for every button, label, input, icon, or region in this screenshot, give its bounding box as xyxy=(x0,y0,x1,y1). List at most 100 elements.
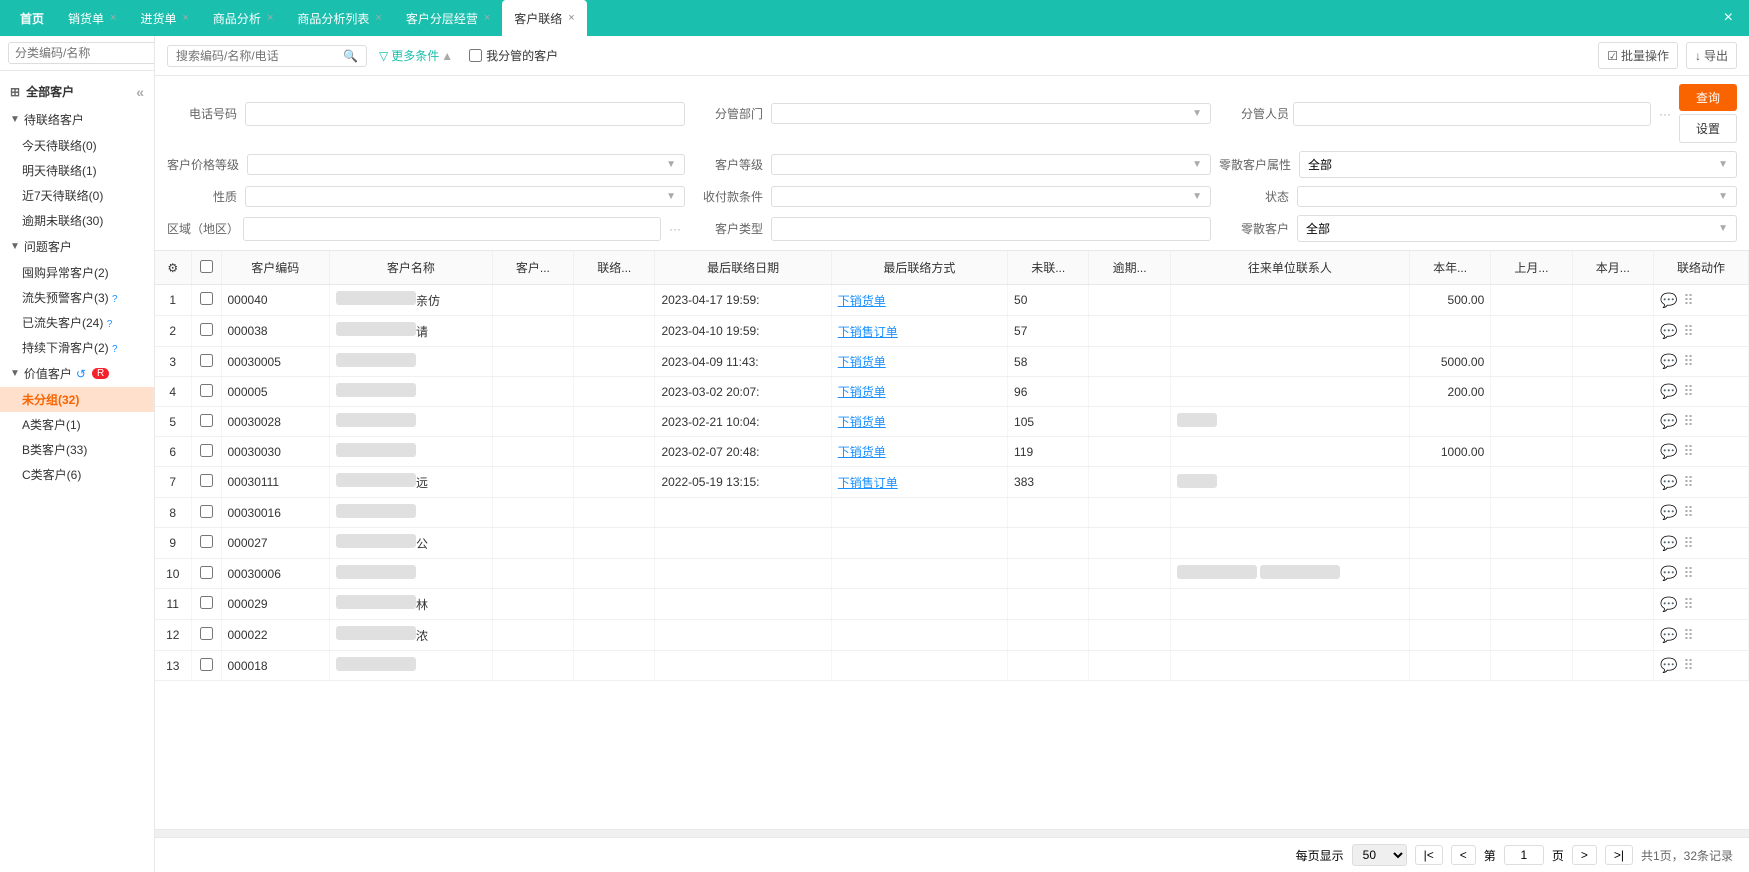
nav-close-all[interactable]: × xyxy=(1716,9,1741,27)
nav-purchase-close[interactable]: × xyxy=(182,12,188,24)
more-conditions-btn[interactable]: ▽ 更多条件 ▲ xyxy=(379,47,453,64)
select-all-checkbox[interactable] xyxy=(200,260,213,273)
nav-customer-contact[interactable]: 客户联络 × xyxy=(502,0,586,36)
contact-type-link[interactable]: 下销售订单 xyxy=(838,325,898,339)
nav-purchase[interactable]: 进货单 × xyxy=(128,0,200,36)
more-action-icon[interactable]: ⠿ xyxy=(1683,383,1693,400)
sidebar-item-ungroup[interactable]: 未分组(32) xyxy=(0,387,154,412)
chat-icon[interactable]: 💬 xyxy=(1660,383,1677,400)
area-dots[interactable]: ··· xyxy=(665,222,685,236)
scatter-select[interactable]: 全部 ▼ xyxy=(1297,215,1737,242)
row-checkbox[interactable] xyxy=(200,414,213,427)
per-page-select[interactable]: 50 100 200 xyxy=(1352,844,1407,866)
contact-type-link[interactable]: 下销售订单 xyxy=(838,476,898,490)
more-action-icon[interactable]: ⠿ xyxy=(1683,292,1693,309)
sidebar-item-overdue[interactable]: 逾期未联络(30) xyxy=(0,208,154,233)
sidebar-all-customers[interactable]: ⊞ 全部客户 « xyxy=(0,77,154,106)
first-page-btn[interactable]: |< xyxy=(1415,845,1443,865)
phone-input[interactable] xyxy=(245,102,685,126)
nav-sales[interactable]: 销货单 × xyxy=(56,0,128,36)
status-select[interactable]: ▼ xyxy=(1297,186,1737,207)
row-checkbox[interactable] xyxy=(200,627,213,640)
sidebar-group-pending[interactable]: ▼ 待联络客户 xyxy=(0,106,154,133)
chat-icon[interactable]: 💬 xyxy=(1660,413,1677,430)
batch-ops-btn[interactable]: ☑ 批量操作 xyxy=(1598,42,1678,69)
chat-icon[interactable]: 💬 xyxy=(1660,596,1677,613)
nav-goods-close[interactable]: × xyxy=(267,12,273,24)
export-btn[interactable]: ↓ 导出 xyxy=(1686,42,1737,69)
more-action-icon[interactable]: ⠿ xyxy=(1683,413,1693,430)
more-action-icon[interactable]: ⠿ xyxy=(1683,596,1693,613)
sidebar-item-declining[interactable]: 持续下滑客户(2) ? xyxy=(0,335,154,360)
chat-icon[interactable]: 💬 xyxy=(1660,657,1677,674)
more-action-icon[interactable]: ⠿ xyxy=(1683,474,1693,491)
sidebar-group-problem[interactable]: ▼ 问题客户 xyxy=(0,233,154,260)
reset-btn[interactable]: 设置 xyxy=(1679,114,1737,143)
search-input[interactable] xyxy=(176,49,339,63)
nav-goods-list-close[interactable]: × xyxy=(375,12,381,24)
contact-type-link[interactable]: 下销货单 xyxy=(838,385,886,399)
contact-type-link[interactable]: 下销货单 xyxy=(838,355,886,369)
search-icon[interactable]: 🔍 xyxy=(343,49,358,63)
row-checkbox[interactable] xyxy=(200,658,213,671)
more-action-icon[interactable]: ⠿ xyxy=(1683,565,1693,582)
more-action-icon[interactable]: ⠿ xyxy=(1683,627,1693,644)
chat-icon[interactable]: 💬 xyxy=(1660,292,1677,309)
contact-type-link[interactable]: 下销货单 xyxy=(838,445,886,459)
more-action-icon[interactable]: ⠿ xyxy=(1683,657,1693,674)
area-input[interactable] xyxy=(243,217,661,241)
more-action-icon[interactable]: ⠿ xyxy=(1683,504,1693,521)
th-check[interactable] xyxy=(191,251,221,285)
row-checkbox[interactable] xyxy=(200,474,213,487)
nav-customer-tier-close[interactable]: × xyxy=(484,12,490,24)
row-checkbox[interactable] xyxy=(200,323,213,336)
nav-customer-contact-close[interactable]: × xyxy=(568,12,574,24)
chat-icon[interactable]: 💬 xyxy=(1660,443,1677,460)
cust-type-input[interactable] xyxy=(771,217,1211,241)
chat-icon[interactable]: 💬 xyxy=(1660,504,1677,521)
settings-icon[interactable]: ⚙ xyxy=(167,261,178,275)
nav-home[interactable]: 首页 xyxy=(8,0,56,36)
sidebar-item-abnormal[interactable]: 囤购异常客户(2) xyxy=(0,260,154,285)
more-action-icon[interactable]: ⠿ xyxy=(1683,323,1693,340)
dept-select[interactable]: ▼ xyxy=(771,103,1211,124)
scatter-attr-select[interactable]: 全部 ▼ xyxy=(1299,151,1737,178)
nav-sales-close[interactable]: × xyxy=(110,12,116,24)
sidebar-item-a[interactable]: A类客户(1) xyxy=(0,412,154,437)
next-page-btn[interactable]: > xyxy=(1572,845,1597,865)
sidebar-item-lost[interactable]: 已流失客户(24) ? xyxy=(0,310,154,335)
th-settings[interactable]: ⚙ xyxy=(155,251,191,285)
chat-icon[interactable]: 💬 xyxy=(1660,353,1677,370)
manager-input[interactable] xyxy=(1293,102,1651,126)
nature-select[interactable]: ▼ xyxy=(245,186,685,207)
page-input[interactable] xyxy=(1504,845,1544,865)
my-customers-checkbox[interactable]: 我分管的客户 xyxy=(469,47,558,64)
nav-goods-analysis[interactable]: 商品分析 × xyxy=(201,0,285,36)
chat-icon[interactable]: 💬 xyxy=(1660,535,1677,552)
sidebar-item-warning[interactable]: 流失预警客户(3) ? xyxy=(0,285,154,310)
row-checkbox[interactable] xyxy=(200,354,213,367)
sidebar-item-b[interactable]: B类客户(33) xyxy=(0,437,154,462)
sidebar-collapse-btn[interactable]: « xyxy=(136,84,144,100)
sidebar-search-input[interactable] xyxy=(8,42,155,64)
prev-page-btn[interactable]: < xyxy=(1451,845,1476,865)
value-refresh-icon[interactable]: ↺ xyxy=(76,367,86,381)
payment-select[interactable]: ▼ xyxy=(771,186,1211,207)
nav-customer-tier[interactable]: 客户分层经营 × xyxy=(394,0,502,36)
chat-icon[interactable]: 💬 xyxy=(1660,565,1677,582)
row-checkbox[interactable] xyxy=(200,384,213,397)
row-checkbox[interactable] xyxy=(200,596,213,609)
contact-type-link[interactable]: 下销货单 xyxy=(838,415,886,429)
chat-icon[interactable]: 💬 xyxy=(1660,323,1677,340)
query-btn[interactable]: 查询 xyxy=(1679,84,1737,111)
chat-icon[interactable]: 💬 xyxy=(1660,474,1677,491)
sidebar-item-c[interactable]: C类客户(6) xyxy=(0,462,154,487)
sidebar-item-7days[interactable]: 近7天待联络(0) xyxy=(0,183,154,208)
my-customers-input[interactable] xyxy=(469,49,482,62)
row-checkbox[interactable] xyxy=(200,505,213,518)
price-level-select[interactable]: ▼ xyxy=(247,154,685,175)
more-action-icon[interactable]: ⠿ xyxy=(1683,353,1693,370)
last-page-btn[interactable]: >| xyxy=(1605,845,1633,865)
more-action-icon[interactable]: ⠿ xyxy=(1683,535,1693,552)
contact-type-link[interactable]: 下销货单 xyxy=(838,294,886,308)
